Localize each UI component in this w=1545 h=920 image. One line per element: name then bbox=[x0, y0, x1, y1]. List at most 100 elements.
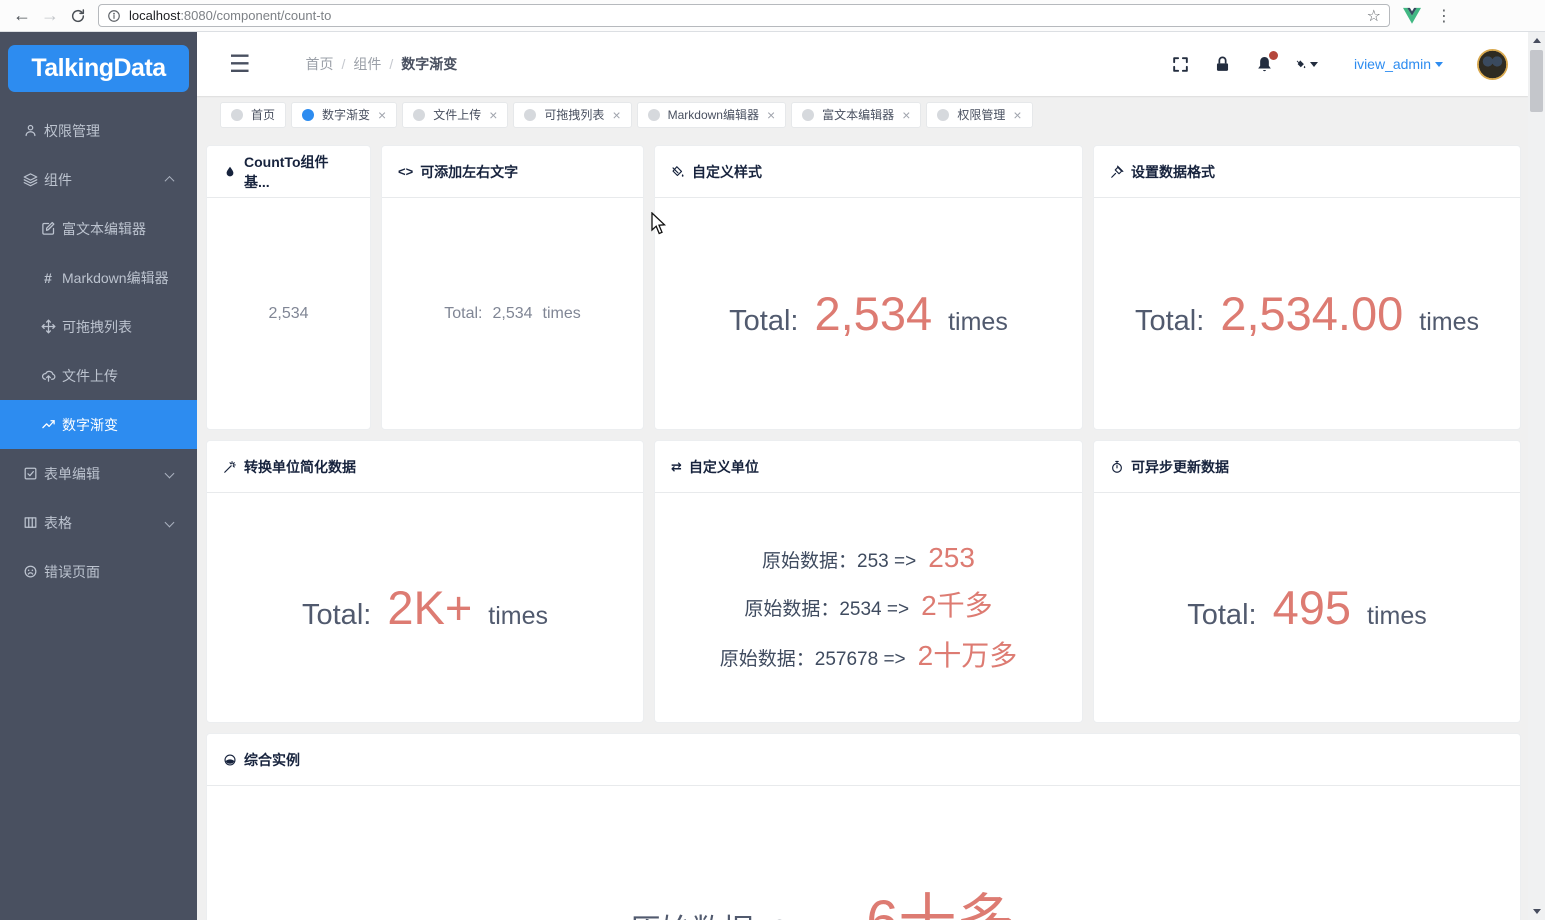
breadcrumb-components[interactable]: 组件 bbox=[353, 54, 381, 74]
breadcrumb: 首页 / 组件 / 数字渐变 bbox=[306, 54, 458, 74]
move-icon bbox=[40, 319, 56, 335]
stat-suffix: times bbox=[488, 602, 548, 630]
stat-suffix: times bbox=[542, 304, 581, 322]
card-title: 转换单位简化数据 bbox=[207, 441, 643, 493]
cloud-upload-icon bbox=[40, 368, 56, 384]
card-combined-example: 综合实例 原始数据: 27 => 6十多 times bbox=[206, 733, 1521, 920]
card-title: 自定义样式 bbox=[655, 146, 1082, 198]
notification-bell-icon[interactable] bbox=[1254, 51, 1278, 75]
checkbox-icon bbox=[22, 466, 38, 482]
card-custom-unit: ⇄ 自定义单位 原始数据：253 => 253 原始数据：2534 => 2千多… bbox=[654, 440, 1083, 723]
unit-row: 原始数据：2534 => 2千多 bbox=[744, 584, 992, 624]
converted-value: 253 bbox=[928, 541, 975, 573]
stat-suffix: times bbox=[1367, 602, 1427, 630]
combined-stat: 原始数据: 27 => 6十多 times bbox=[630, 874, 1098, 920]
close-icon[interactable]: × bbox=[1013, 108, 1021, 122]
sidebar-item-label: 组件 bbox=[44, 171, 72, 188]
stat-suffix: times bbox=[948, 308, 1008, 336]
bookmark-star-icon[interactable]: ☆ bbox=[1367, 6, 1381, 26]
back-icon[interactable]: ← bbox=[8, 2, 36, 30]
tab-label: Markdown编辑器 bbox=[667, 108, 759, 122]
converted-value: 2千多 bbox=[921, 589, 993, 621]
close-icon[interactable]: × bbox=[489, 108, 497, 122]
sidebar-item-label: Markdown编辑器 bbox=[62, 269, 169, 286]
tab-home[interactable]: 首页 bbox=[220, 101, 287, 128]
stat-prefix: Total: bbox=[729, 305, 799, 337]
card-title-text: 设置数据格式 bbox=[1131, 163, 1215, 180]
tab-markdown-editor[interactable]: Markdown编辑器 × bbox=[636, 101, 787, 128]
chevron-down-icon bbox=[164, 468, 175, 479]
theme-bucket-icon[interactable] bbox=[1296, 53, 1318, 75]
count-value: 495 bbox=[1272, 581, 1351, 634]
sidebar-item-draggable-list[interactable]: 可拖拽列表 bbox=[0, 302, 197, 351]
table-icon bbox=[22, 515, 38, 531]
refresh-icon[interactable] bbox=[64, 2, 92, 30]
sidebar-item-permission[interactable]: 权限管理 bbox=[0, 106, 197, 155]
tab-label: 首页 bbox=[251, 108, 276, 122]
vertical-scrollbar[interactable] bbox=[1528, 32, 1545, 920]
close-icon[interactable]: × bbox=[902, 108, 910, 122]
tab-rich-editor[interactable]: 富文本编辑器 × bbox=[791, 101, 922, 128]
tab-count-to[interactable]: 数字渐变 × bbox=[291, 101, 398, 128]
sidebar-item-count-to[interactable]: 数字渐变 bbox=[0, 400, 197, 449]
sidebar-item-error-pages[interactable]: 错误页面 bbox=[0, 547, 197, 596]
sidebar-item-tables[interactable]: 表格 bbox=[0, 498, 197, 547]
stat-suffix: times bbox=[1419, 308, 1479, 336]
sidebar-item-form-editor[interactable]: 表单编辑 bbox=[0, 449, 197, 498]
card-count-to-basic: CountTo组件基... 2,534 bbox=[206, 145, 371, 430]
hammer-icon bbox=[1110, 165, 1124, 179]
sidebar-menu: 权限管理 组件 富文本编辑器 # Markdown编辑器 可拖拽列表 文件上传 … bbox=[0, 106, 197, 596]
sidebar-item-label: 表格 bbox=[44, 514, 72, 531]
lock-icon[interactable] bbox=[1212, 53, 1234, 75]
vue-devtools-icon[interactable] bbox=[1402, 7, 1422, 25]
hamburger-menu-icon[interactable]: ☰ bbox=[229, 50, 251, 79]
breadcrumb-separator: / bbox=[341, 56, 346, 72]
breadcrumb-home[interactable]: 首页 bbox=[306, 54, 334, 74]
sidebar-item-rich-editor[interactable]: 富文本编辑器 bbox=[0, 204, 197, 253]
browser-menu-icon[interactable]: ⋮ bbox=[1436, 6, 1452, 26]
sidebar-item-markdown-editor[interactable]: # Markdown编辑器 bbox=[0, 253, 197, 302]
scroll-down-button[interactable] bbox=[1528, 903, 1545, 920]
chevron-down-icon bbox=[1435, 61, 1443, 67]
user-dropdown[interactable]: iview_admin bbox=[1354, 56, 1443, 72]
address-bar[interactable]: localhost:8080/component/count-to ☆ bbox=[98, 4, 1390, 27]
hash-icon: # bbox=[44, 269, 52, 286]
card-title-text: 自定义单位 bbox=[688, 458, 759, 475]
chevron-down-icon bbox=[164, 517, 175, 528]
scrollbar-thumb[interactable] bbox=[1530, 50, 1543, 112]
url-host: localhost bbox=[129, 8, 181, 23]
info-icon[interactable] bbox=[107, 9, 121, 23]
tab-permission[interactable]: 权限管理 × bbox=[926, 101, 1033, 128]
card-title: <> 可添加左右文字 bbox=[382, 146, 643, 198]
sidebar-item-components[interactable]: 组件 bbox=[0, 155, 197, 204]
contrast-circle-icon bbox=[223, 753, 237, 767]
card-title-text: CountTo组件基... bbox=[244, 153, 329, 190]
tab-draggable-list[interactable]: 可拖拽列表 × bbox=[513, 101, 632, 128]
logo[interactable]: TalkingData bbox=[8, 45, 189, 92]
stat-prefix: Total: bbox=[444, 304, 483, 322]
count-value: 2,534 bbox=[268, 304, 309, 322]
fullscreen-icon[interactable] bbox=[1170, 53, 1192, 75]
sidebar-item-file-upload[interactable]: 文件上传 bbox=[0, 351, 197, 400]
tab-file-upload[interactable]: 文件上传 × bbox=[402, 101, 509, 128]
forward-icon[interactable]: → bbox=[36, 2, 64, 30]
sidebar-item-label: 权限管理 bbox=[44, 122, 100, 139]
stat-prefix: Total: bbox=[1134, 305, 1205, 337]
close-icon[interactable]: × bbox=[767, 108, 775, 122]
tab-label: 文件上传 bbox=[433, 108, 482, 122]
close-icon[interactable]: × bbox=[378, 108, 386, 122]
browser-chrome: ← → localhost:8080/component/count-to ☆ … bbox=[0, 0, 1545, 32]
tab-dot bbox=[937, 108, 950, 121]
close-icon[interactable]: × bbox=[612, 108, 620, 122]
stopwatch-icon bbox=[1110, 460, 1124, 474]
card-title: 综合实例 bbox=[207, 734, 1520, 786]
tab-label: 权限管理 bbox=[957, 108, 1006, 122]
raw-data-label: 原始数据：253 => bbox=[762, 550, 917, 572]
avatar[interactable] bbox=[1477, 48, 1508, 80]
scroll-up-button[interactable] bbox=[1528, 32, 1545, 49]
count-value: 2K+ bbox=[387, 581, 473, 634]
paint-bucket-icon bbox=[671, 165, 685, 179]
page-header: ☰ 首页 / 组件 / 数字渐变 iview_admin bbox=[197, 32, 1528, 96]
content: CountTo组件基... 2,534 <> 可添加左右文字 Total: 2,… bbox=[197, 133, 1528, 920]
card-title: 可异步更新数据 bbox=[1094, 441, 1520, 493]
